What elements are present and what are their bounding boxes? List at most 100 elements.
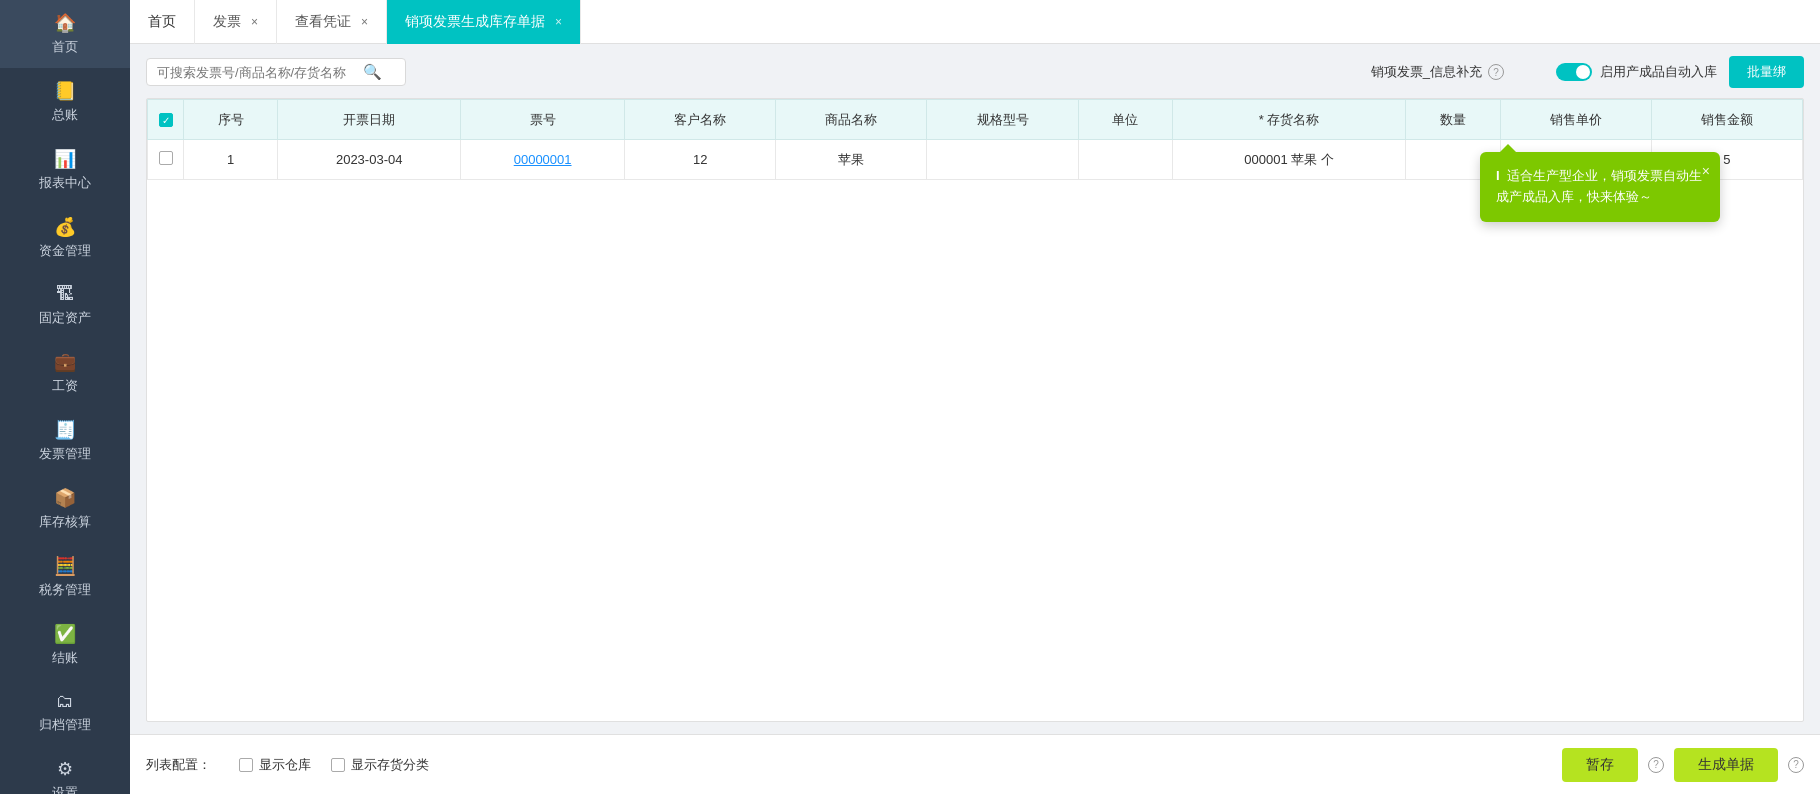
td-inventory: 000001 苹果 个 — [1172, 140, 1406, 180]
th-unit-price: 销售单价 — [1500, 100, 1651, 140]
sidebar-item-inventory[interactable]: 📦 库存核算 — [0, 475, 130, 543]
sidebar-item-tax[interactable]: 🧮 税务管理 — [0, 543, 130, 611]
sidebar-item-label: 结账 — [52, 649, 78, 667]
reports-icon: 📊 — [54, 148, 76, 170]
generate-button[interactable]: 生成单据 — [1674, 748, 1778, 782]
batch-button[interactable]: 批量绑 — [1729, 56, 1804, 88]
sidebar-item-label: 首页 — [52, 38, 78, 56]
invoice-mgmt-icon: 🧾 — [54, 419, 76, 441]
th-inventory: * 存货名称 — [1172, 100, 1406, 140]
tab-sales-return-close[interactable]: × — [555, 15, 562, 29]
tab-voucher-close[interactable]: × — [361, 15, 368, 29]
toggle-wrap: 启用产成品自动入库 — [1556, 63, 1717, 81]
show-warehouse-checkbox[interactable] — [239, 758, 253, 772]
th-spec: 规格型号 — [927, 100, 1078, 140]
sidebar-item-invoice-mgmt[interactable]: 🧾 发票管理 — [0, 407, 130, 475]
tab-invoice-label: 发票 — [213, 13, 241, 31]
tab-voucher[interactable]: 查看凭证 × — [277, 0, 387, 44]
row-checkbox[interactable] — [159, 151, 173, 165]
tax-icon: 🧮 — [54, 555, 76, 577]
sidebar-item-assets[interactable]: 🏗 固定资产 — [0, 272, 130, 339]
tab-bar: 首页 发票 × 查看凭证 × 销项发票生成库存单据 × — [130, 0, 1820, 44]
th-seq: 序号 — [184, 100, 278, 140]
show-category-label[interactable]: 显示存货分类 — [331, 756, 429, 774]
toolbar-row: 🔍 销项发票_信息补充 ? 启用产成品自动入库 批量绑 — [146, 56, 1804, 88]
table-header-row: ✓ 序号 开票日期 票号 客户名称 商品名称 规格型号 单位 * 存货名称 数量… — [148, 100, 1803, 140]
search-wrap[interactable]: 🔍 — [146, 58, 406, 86]
th-unit: 单位 — [1078, 100, 1172, 140]
td-unit — [1078, 140, 1172, 180]
bottom-actions: 暂存 ? 生成单据 ? — [1562, 748, 1804, 782]
sidebar-item-label: 工资 — [52, 377, 78, 395]
sidebar: 🏠 首页 📒 总账 📊 报表中心 💰 资金管理 🏗 固定资产 💼 工资 🧾 发票… — [0, 0, 130, 794]
tooltip-text: 适合生产型企业，销项发票自动生成产成品入库，快来体验～ — [1496, 168, 1702, 204]
tab-invoice-close[interactable]: × — [251, 15, 258, 29]
sidebar-item-label: 税务管理 — [39, 581, 91, 599]
ledger-icon: 📒 — [54, 80, 76, 102]
settlement-icon: ✅ — [54, 623, 76, 645]
main-area: 首页 发票 × 查看凭证 × 销项发票生成库存单据 × 🔍 销项发票_信息补充 … — [130, 0, 1820, 794]
home-icon: 🏠 — [54, 12, 76, 34]
td-date: 2023-03-04 — [278, 140, 461, 180]
sidebar-item-payroll[interactable]: 💼 工资 — [0, 339, 130, 407]
sidebar-item-fund[interactable]: 💰 资金管理 — [0, 204, 130, 272]
th-qty: 数量 — [1406, 100, 1500, 140]
sidebar-item-label: 归档管理 — [39, 716, 91, 734]
sidebar-item-general-ledger[interactable]: 📒 总账 — [0, 68, 130, 136]
td-invoice-no[interactable]: 00000001 — [461, 140, 625, 180]
sidebar-item-label: 资金管理 — [39, 242, 91, 260]
sidebar-item-archive[interactable]: 🗂 归档管理 — [0, 679, 130, 746]
sidebar-item-label: 设置 — [52, 784, 78, 794]
settings-icon: ⚙ — [57, 758, 73, 780]
sidebar-item-reports[interactable]: 📊 报表中心 — [0, 136, 130, 204]
th-date: 开票日期 — [278, 100, 461, 140]
info-help-icon[interactable]: ? — [1488, 64, 1504, 80]
sidebar-item-home[interactable]: 🏠 首页 — [0, 0, 130, 68]
tooltip-close-button[interactable]: × — [1702, 160, 1710, 182]
payroll-icon: 💼 — [54, 351, 76, 373]
sidebar-item-label: 固定资产 — [39, 309, 91, 327]
tab-voucher-label: 查看凭证 — [295, 13, 351, 31]
sidebar-item-label: 发票管理 — [39, 445, 91, 463]
info-label-text: 销项发票_信息补充 — [1371, 63, 1482, 81]
tab-home-label: 首页 — [148, 13, 176, 31]
sidebar-item-label: 报表中心 — [39, 174, 91, 192]
th-product: 商品名称 — [776, 100, 927, 140]
show-category-text: 显示存货分类 — [351, 756, 429, 774]
td-product: 苹果 — [776, 140, 927, 180]
th-amount: 销售金额 — [1651, 100, 1802, 140]
toggle-label: 启用产成品自动入库 — [1600, 63, 1717, 81]
info-label-wrap: 销项发票_信息补充 ? — [1371, 63, 1504, 81]
content-area: 🔍 销项发票_信息补充 ? 启用产成品自动入库 批量绑 ✓ — [130, 44, 1820, 734]
th-customer: 客户名称 — [625, 100, 776, 140]
list-config-label: 列表配置： — [146, 756, 211, 774]
tab-invoice[interactable]: 发票 × — [195, 0, 277, 44]
sidebar-item-settlement[interactable]: ✅ 结账 — [0, 611, 130, 679]
td-spec — [927, 140, 1078, 180]
tab-home[interactable]: 首页 — [130, 0, 195, 44]
tooltip-box: × I 适合生产型企业，销项发票自动生成产成品入库，快来体验～ — [1480, 152, 1720, 222]
sidebar-item-label: 总账 — [52, 106, 78, 124]
search-icon[interactable]: 🔍 — [363, 63, 382, 81]
search-input[interactable] — [157, 65, 357, 80]
show-warehouse-text: 显示仓库 — [259, 756, 311, 774]
save-help-icon[interactable]: ? — [1648, 757, 1664, 773]
show-warehouse-label[interactable]: 显示仓库 — [239, 756, 311, 774]
td-checkbox[interactable] — [148, 140, 184, 180]
show-category-checkbox[interactable] — [331, 758, 345, 772]
tooltip-caret: I — [1496, 166, 1500, 187]
th-checkbox[interactable]: ✓ — [148, 100, 184, 140]
auto-inbound-toggle[interactable] — [1556, 63, 1592, 81]
archive-icon: 🗂 — [56, 691, 74, 712]
sidebar-item-settings[interactable]: ⚙ 设置 — [0, 746, 130, 794]
tab-sales-return-label: 销项发票生成库存单据 — [405, 13, 545, 31]
inventory-icon: 📦 — [54, 487, 76, 509]
generate-help-icon[interactable]: ? — [1788, 757, 1804, 773]
td-seq: 1 — [184, 140, 278, 180]
tab-sales-return[interactable]: 销项发票生成库存单据 × — [387, 0, 581, 44]
save-button[interactable]: 暂存 — [1562, 748, 1638, 782]
bottom-bar: 列表配置： 显示仓库 显示存货分类 暂存 ? 生成单据 ? — [130, 734, 1820, 794]
assets-icon: 🏗 — [56, 284, 74, 305]
header-checkbox[interactable]: ✓ — [159, 113, 173, 127]
th-invoice-no: 票号 — [461, 100, 625, 140]
